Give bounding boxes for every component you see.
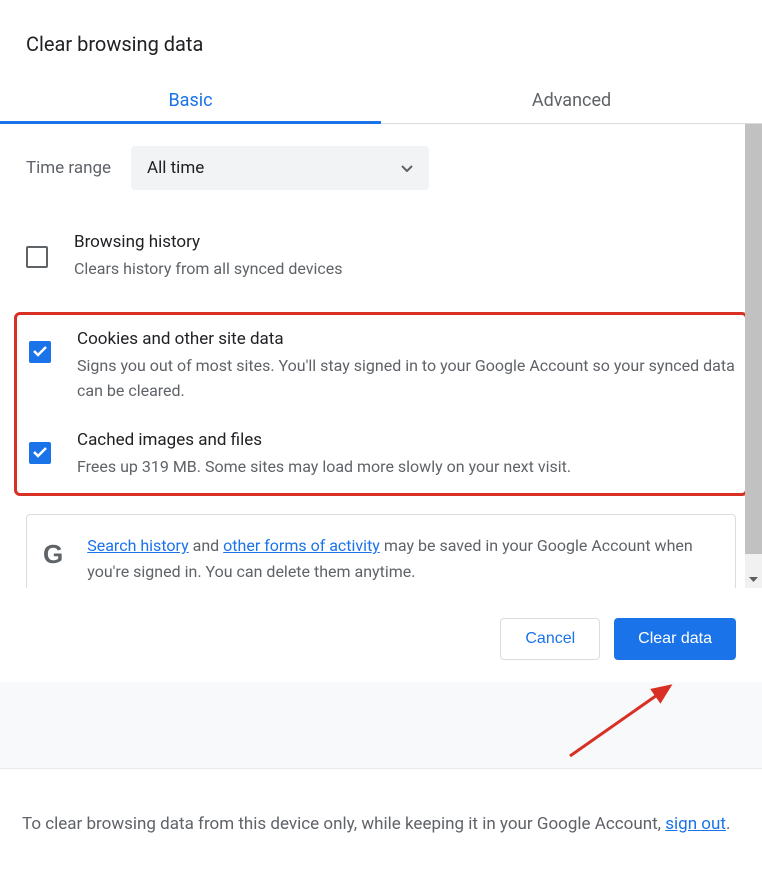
tab-advanced[interactable]: Advanced [381, 76, 762, 123]
dialog-actions: Cancel Clear data [0, 588, 762, 682]
scrollbar-thumb[interactable] [745, 124, 762, 554]
option-desc: Frees up 319 MB. Some sites may load mor… [77, 454, 737, 480]
scroll-area: Time range All time Browsing history Cle… [0, 124, 762, 588]
cancel-button[interactable]: Cancel [500, 618, 600, 660]
option-title: Cached images and files [77, 430, 737, 450]
scrollbar-down-button[interactable] [745, 571, 762, 588]
clear-data-button[interactable]: Clear data [614, 618, 736, 660]
google-icon: G [43, 539, 63, 570]
checkbox-browsing-history[interactable] [26, 246, 48, 268]
chevron-down-icon [401, 165, 413, 172]
google-account-info: G Search history and other forms of acti… [26, 514, 736, 588]
option-browsing-history: Browsing history Clears history from all… [26, 232, 736, 282]
checkbox-cache[interactable] [29, 442, 51, 464]
spacer [0, 682, 762, 768]
info-text: Search history and other forms of activi… [87, 533, 719, 584]
bottom-text: To clear browsing data from this device … [22, 811, 736, 838]
dialog-title: Clear browsing data [0, 0, 762, 76]
option-title: Browsing history [74, 232, 736, 252]
scrollbar[interactable] [745, 124, 762, 588]
option-title: Cookies and other site data [77, 329, 737, 349]
option-desc: Clears history from all synced devices [74, 256, 736, 282]
search-history-link[interactable]: Search history [87, 536, 188, 555]
checkbox-cookies[interactable] [29, 341, 51, 363]
sign-out-link[interactable]: sign out [665, 814, 726, 834]
option-cache: Cached images and files Frees up 319 MB.… [25, 430, 737, 480]
tab-bar: Basic Advanced [0, 76, 762, 124]
option-cookies: Cookies and other site data Signs you ou… [25, 329, 737, 404]
tab-basic[interactable]: Basic [0, 76, 381, 123]
bottom-panel: To clear browsing data from this device … [0, 768, 762, 838]
time-range-label: Time range [26, 158, 111, 178]
option-desc: Signs you out of most sites. You'll stay… [77, 353, 737, 404]
other-activity-link[interactable]: other forms of activity [223, 536, 380, 555]
time-range-value: All time [147, 158, 204, 178]
highlight-annotation: Cookies and other site data Signs you ou… [14, 312, 748, 497]
time-range-select[interactable]: All time [131, 146, 429, 190]
